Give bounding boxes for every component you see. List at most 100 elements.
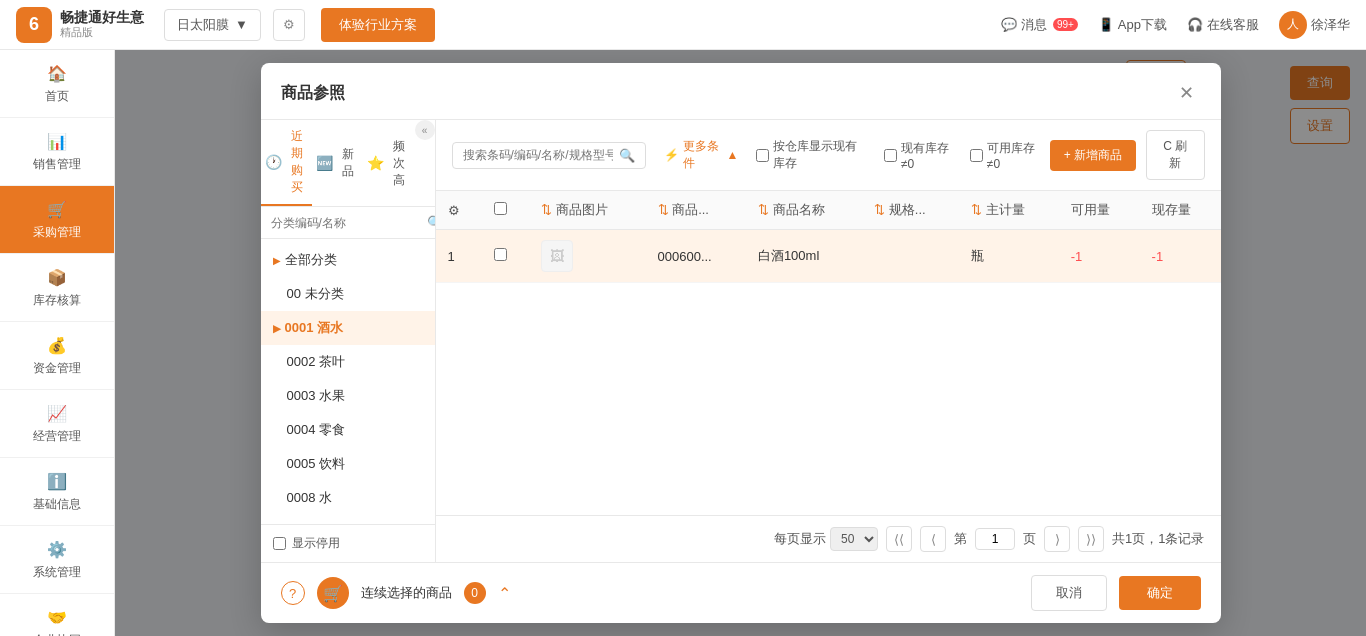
sidebar-item-purchase[interactable]: 🛒 采购管理 xyxy=(0,186,114,254)
category-item-snack[interactable]: 0004 零食 xyxy=(261,413,435,447)
sidebar-item-basic-info[interactable]: ℹ️ 基础信息 xyxy=(0,458,114,526)
select-all-checkbox[interactable] xyxy=(494,202,507,215)
purchase-icon: 🛒 xyxy=(46,198,68,220)
sidebar-label-purchase: 采购管理 xyxy=(33,224,81,241)
content-area: 查询 设置 刷新 商品参照 ✕ xyxy=(115,50,1366,636)
checkbox-stock-nonzero-input[interactable] xyxy=(884,149,897,162)
sort-icon-code: ⇅ xyxy=(658,202,669,217)
category-item-liquor[interactable]: ▶ 0001 酒水 xyxy=(261,311,435,345)
category-item-appliance[interactable]: 0010 家电 xyxy=(261,515,435,524)
checkbox-warehouse-input[interactable] xyxy=(756,149,769,162)
search-icon[interactable]: 🔍 xyxy=(619,148,635,163)
category-item-tea-label: 0002 茶叶 xyxy=(287,353,346,371)
pagination-area: 每页显示 50 ⟨⟨ ⟨ 第 页 ⟩ ⟩⟩ xyxy=(436,515,1221,562)
row-stock: -1 xyxy=(1140,230,1221,283)
try-industry-button[interactable]: 体验行业方案 xyxy=(321,8,435,42)
product-table: ⚙ ⇅ 商品图片 ⇅ 商品... ⇅ 商品名称 ⇅ 规格... ⇅ 主计量 可用… xyxy=(436,191,1221,283)
sidebar-item-inventory[interactable]: 📦 库存核算 xyxy=(0,254,114,322)
cart-icon[interactable]: 🛒 xyxy=(317,577,349,609)
user-item[interactable]: 人 徐泽华 xyxy=(1279,11,1350,39)
category-item-beverage[interactable]: 0005 饮料 xyxy=(261,447,435,481)
nav-selector-label: 日太阳膜 xyxy=(177,16,229,34)
category-item-water[interactable]: 0008 水 xyxy=(261,481,435,515)
refresh-button[interactable]: C 刷新 xyxy=(1146,130,1205,180)
tab-recent-purchase[interactable]: 🕐 近期购买 xyxy=(261,120,312,206)
tab-frequent[interactable]: ⭐ 频次高 xyxy=(363,120,414,206)
sidebar-item-business[interactable]: 📈 经营管理 xyxy=(0,390,114,458)
row-name: 白酒100ml xyxy=(746,230,862,283)
sidebar-label-inventory: 库存核算 xyxy=(33,292,81,309)
prev-page-button[interactable]: ⟨ xyxy=(920,526,946,552)
category-item-uncategorized[interactable]: 00 未分类 xyxy=(261,277,435,311)
online-service-item[interactable]: 🎧 在线客服 xyxy=(1187,16,1259,34)
nav-selector[interactable]: 日太阳膜 ▼ xyxy=(164,9,261,41)
app-download-item[interactable]: 📱 App下载 xyxy=(1098,16,1167,34)
confirm-button[interactable]: 确定 xyxy=(1119,576,1201,610)
settings-icon[interactable]: ⚙ xyxy=(273,9,305,41)
category-item-fruit[interactable]: 0003 水果 xyxy=(261,379,435,413)
category-item-tea[interactable]: 0002 茶叶 xyxy=(261,345,435,379)
sort-icon-spec: ⇅ xyxy=(874,202,885,217)
app-download-label: App下载 xyxy=(1118,16,1167,34)
show-disabled-checkbox[interactable] xyxy=(273,537,286,550)
online-service-label: 在线客服 xyxy=(1207,16,1259,34)
sidebar-item-finance[interactable]: 💰 资金管理 xyxy=(0,322,114,390)
selected-count-badge: 0 xyxy=(464,582,486,604)
next-page-button[interactable]: ⟩ xyxy=(1044,526,1070,552)
page-number-input[interactable] xyxy=(975,528,1015,550)
row-select-checkbox[interactable] xyxy=(494,248,507,261)
arrow-icon: ▶ xyxy=(273,255,281,266)
last-page-button[interactable]: ⟩⟩ xyxy=(1078,526,1104,552)
footer-collapse-icon[interactable]: ⌃ xyxy=(498,584,511,603)
sidebar-item-system[interactable]: ⚙️ 系统管理 xyxy=(0,526,114,594)
total-info: 共1页，1条记录 xyxy=(1112,530,1204,548)
top-nav: 6 畅捷通好生意 精品版 日太阳膜 ▼ ⚙ 体验行业方案 💬 消息 99+ 📱 … xyxy=(0,0,1366,50)
main-layout: 🏠 首页 📊 销售管理 🛒 采购管理 📦 库存核算 💰 资金管理 📈 经营管理 … xyxy=(0,50,1366,636)
show-disabled-area: 显示停用 xyxy=(261,524,435,562)
category-panel: 🕐 近期购买 🆕 新品 ⭐ 频次高 « xyxy=(261,120,436,562)
per-page-select[interactable]: 50 xyxy=(830,527,878,551)
sidebar: 🏠 首页 📊 销售管理 🛒 采购管理 📦 库存核算 💰 资金管理 📈 经营管理 … xyxy=(0,50,115,636)
table-row[interactable]: 1 🖼 000600... 白酒100ml xyxy=(436,230,1221,283)
checkbox-available-nonzero[interactable]: 可用库存≠0 xyxy=(970,140,1040,171)
row-index: 1 xyxy=(436,230,482,283)
edition-label: 精品版 xyxy=(60,25,144,40)
checkbox-warehouse[interactable]: 按仓库显示现有库存 xyxy=(756,138,868,172)
sidebar-label-sales: 销售管理 xyxy=(33,156,81,173)
cancel-button[interactable]: 取消 xyxy=(1031,575,1107,611)
sidebar-item-sales[interactable]: 📊 销售管理 xyxy=(0,118,114,186)
panel-collapse-button[interactable]: « xyxy=(415,120,435,140)
help-icon[interactable]: ? xyxy=(281,581,305,605)
modal-close-button[interactable]: ✕ xyxy=(1173,79,1201,107)
arrow-icon-liquor: ▶ xyxy=(273,323,281,334)
checkbox-available-nonzero-input[interactable] xyxy=(970,149,983,162)
tab-new-products[interactable]: 🆕 新品 xyxy=(312,120,363,206)
checkbox-stock-nonzero[interactable]: 现有库存≠0 xyxy=(884,140,954,171)
message-item[interactable]: 💬 消息 99+ xyxy=(1001,16,1078,34)
row-spec xyxy=(862,230,959,283)
logo-area: 6 畅捷通好生意 精品版 xyxy=(16,7,144,43)
sort-icon: ⇅ xyxy=(541,202,552,217)
col-name: ⇅ 商品名称 xyxy=(746,191,862,230)
category-search-input[interactable] xyxy=(271,216,421,230)
sidebar-item-enterprise[interactable]: 🤝 企业协同 xyxy=(0,594,114,636)
per-page-label: 每页显示 xyxy=(774,530,826,548)
page-suffix: 页 xyxy=(1023,530,1036,548)
category-item-all-label: 全部分类 xyxy=(285,251,337,269)
tab-recent-label: 近期购买 xyxy=(286,128,308,196)
filter-icon: ⚡ xyxy=(664,148,679,162)
add-product-button[interactable]: + 新增商品 xyxy=(1050,140,1136,171)
category-item-all[interactable]: ▶ 全部分类 xyxy=(261,243,435,277)
row-checkbox[interactable] xyxy=(482,230,529,283)
product-search-input[interactable] xyxy=(463,148,613,162)
filter-up-icon: ▲ xyxy=(727,148,739,162)
col-settings[interactable]: ⚙ xyxy=(436,191,482,230)
sidebar-item-home[interactable]: 🏠 首页 xyxy=(0,50,114,118)
headset-icon: 🎧 xyxy=(1187,17,1203,32)
message-label: 消息 xyxy=(1021,16,1047,34)
category-list: ▶ 全部分类 00 未分类 ▶ 0001 酒水 0002 茶 xyxy=(261,239,435,524)
show-disabled-label: 显示停用 xyxy=(292,535,340,552)
more-filter-button[interactable]: ⚡ 更多条件 ▲ xyxy=(656,133,747,177)
category-search-icon[interactable]: 🔍 xyxy=(427,215,436,230)
first-page-button[interactable]: ⟨⟨ xyxy=(886,526,912,552)
